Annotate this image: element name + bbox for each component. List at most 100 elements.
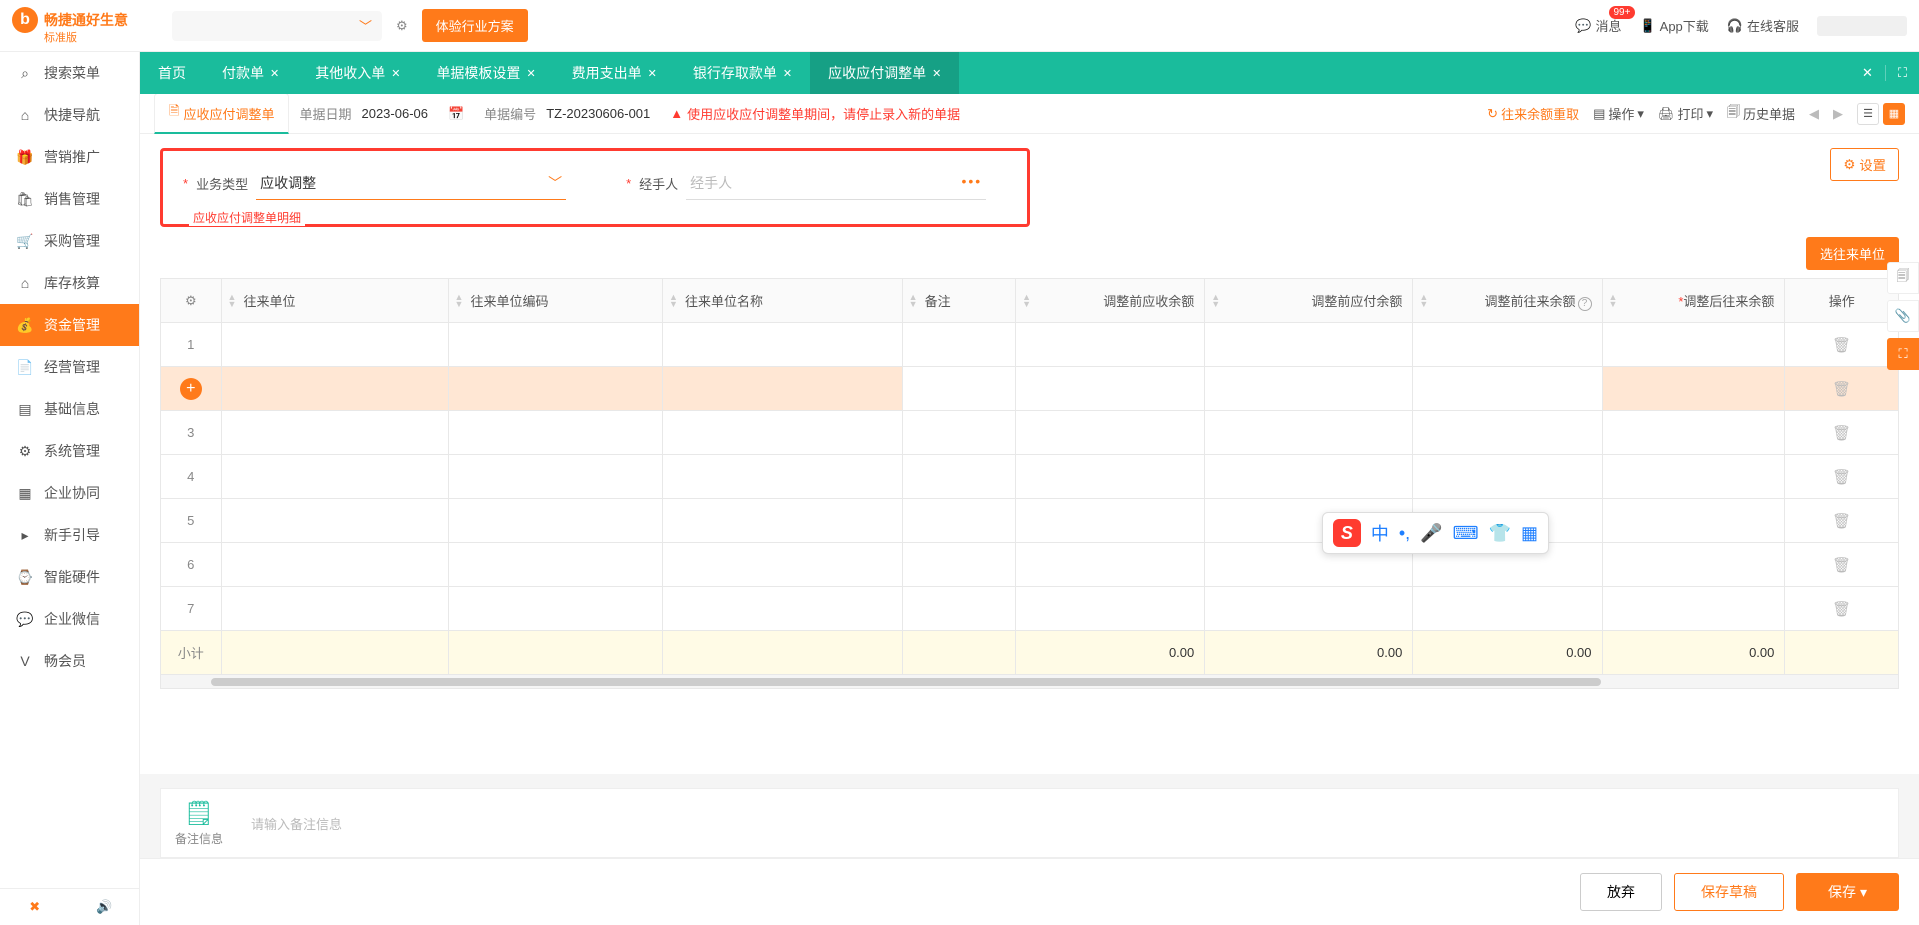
more-icon[interactable]: ••• xyxy=(961,173,982,193)
sidebar-sound-button[interactable]: 🔊 xyxy=(70,889,140,925)
online-service-button[interactable]: 🎧在线客服 xyxy=(1727,16,1799,35)
ime-mic-icon[interactable]: 🎤 xyxy=(1420,523,1442,544)
ime-skin-icon[interactable]: 👕 xyxy=(1489,523,1511,544)
ime-toolbar[interactable]: S 中 •, 🎤 ⌨ 👕 ▦ xyxy=(1322,512,1549,554)
remark-input[interactable]: 请输入备注信息 xyxy=(237,814,1898,833)
delete-icon[interactable]: 🗑 xyxy=(1832,513,1851,530)
view-card-button[interactable]: ▦ xyxy=(1883,103,1905,125)
sidebar-label: 畅会员 xyxy=(44,651,86,671)
sidebar-item[interactable]: ▤基础信息 xyxy=(0,388,139,430)
tab[interactable]: 银行存取款单✕ xyxy=(675,52,810,94)
sidebar-item[interactable]: ▸新手引导 xyxy=(0,514,139,556)
sidebar-item[interactable]: V畅会员 xyxy=(0,640,139,682)
sidebar-item[interactable]: ⌂库存核算 xyxy=(0,262,139,304)
abandon-button[interactable]: 放弃 xyxy=(1580,873,1662,911)
try-industry-button[interactable]: 体验行业方案 xyxy=(422,9,528,42)
tab[interactable]: 单据模板设置✕ xyxy=(418,52,553,94)
list-icon: ▤ xyxy=(1593,106,1605,122)
col-remark[interactable]: ▲▼备注 xyxy=(902,279,1016,323)
company-selector[interactable]: ﹀ xyxy=(172,11,382,41)
tab-close-icon[interactable]: ✕ xyxy=(391,67,400,80)
gear-icon[interactable]: ⚙ xyxy=(396,18,408,34)
tab-close-icon[interactable]: ✕ xyxy=(932,67,941,80)
operations-dropdown[interactable]: ▤操作 ▾ xyxy=(1593,104,1644,123)
tab[interactable]: 费用支出单✕ xyxy=(554,52,675,94)
sidebar-item[interactable]: ⌕搜索菜单 xyxy=(0,52,139,94)
tab[interactable]: 应收应付调整单✕ xyxy=(810,52,959,94)
table-row[interactable]: 5🗑 xyxy=(161,499,1899,543)
col-unit-code[interactable]: ▲▼往来单位编码 xyxy=(448,279,662,323)
col-unit[interactable]: ▲▼往来单位 xyxy=(221,279,448,323)
col-gear[interactable]: ⚙ xyxy=(161,279,222,323)
app-download-button[interactable]: 📱App下载 xyxy=(1639,16,1708,35)
remark-title: 备注信息 xyxy=(161,830,237,847)
table-row[interactable]: 7🗑 xyxy=(161,587,1899,631)
rail-note-button[interactable]: 🗐 xyxy=(1887,262,1919,294)
add-row-button[interactable]: + xyxy=(180,378,202,400)
reget-balance-button[interactable]: ↻往来余额重取 xyxy=(1487,104,1579,123)
save-button[interactable]: 保存▾ xyxy=(1796,873,1899,911)
delete-icon[interactable]: 🗑 xyxy=(1832,337,1851,354)
col-pre-recv[interactable]: ▲▼调整前应收余额 xyxy=(1016,279,1205,323)
select-unit-button[interactable]: 选往来单位 xyxy=(1806,237,1899,270)
sidebar-collapse-button[interactable]: ✖ xyxy=(0,889,70,925)
table-row[interactable]: +🗑 xyxy=(161,367,1899,411)
print-dropdown[interactable]: 🖨打印 ▾ xyxy=(1658,104,1713,123)
user-area[interactable] xyxy=(1817,16,1907,36)
handler-input[interactable]: 经手人 ••• xyxy=(686,167,986,200)
col-pre-bal[interactable]: ▲▼调整前往来余额? xyxy=(1413,279,1602,323)
tab[interactable]: 首页 xyxy=(140,52,204,94)
rail-expand-button[interactable]: ⛶ xyxy=(1887,338,1919,370)
table-row[interactable]: 3🗑 xyxy=(161,411,1899,455)
col-pre-pay[interactable]: ▲▼调整前应付余额 xyxy=(1205,279,1413,323)
biz-type-select[interactable]: 应收调整 ﹀ xyxy=(256,167,566,200)
sidebar-item[interactable]: 🎁营销推广 xyxy=(0,136,139,178)
table-row[interactable]: 6🗑 xyxy=(161,543,1899,587)
prev-button[interactable]: ◀ xyxy=(1809,106,1819,122)
sidebar-item[interactable]: ⌂快捷导航 xyxy=(0,94,139,136)
delete-icon[interactable]: 🗑 xyxy=(1832,425,1851,442)
delete-icon[interactable]: 🗑 xyxy=(1832,381,1851,398)
sidebar-icon: 🛍 xyxy=(16,191,34,208)
tab[interactable]: 其他收入单✕ xyxy=(297,52,418,94)
sidebar-item[interactable]: 💬企业微信 xyxy=(0,598,139,640)
messages-button[interactable]: 💬 消息 99+ xyxy=(1575,16,1621,35)
help-icon[interactable]: ? xyxy=(1578,297,1592,311)
delete-icon[interactable]: 🗑 xyxy=(1832,469,1851,486)
date-value[interactable]: 2023-06-06 xyxy=(361,106,428,121)
next-button[interactable]: ▶ xyxy=(1833,106,1843,122)
sidebar-item[interactable]: ⚙系统管理 xyxy=(0,430,139,472)
delete-icon[interactable]: 🗑 xyxy=(1832,601,1851,618)
sidebar-item[interactable]: ▦企业协同 xyxy=(0,472,139,514)
settings-button[interactable]: ⚙设置 xyxy=(1830,148,1899,181)
calendar-icon[interactable]: 📅 xyxy=(448,106,464,122)
history-button[interactable]: 🗐历史单据 xyxy=(1727,103,1795,125)
tab-close-button[interactable]: ✕ xyxy=(1850,65,1885,81)
ime-keyboard-icon[interactable]: ⌨ xyxy=(1453,523,1479,544)
horizontal-scrollbar[interactable] xyxy=(160,675,1899,689)
ime-lang[interactable]: 中 xyxy=(1371,520,1389,546)
tab-close-icon[interactable]: ✕ xyxy=(526,67,535,80)
ime-toolbox-icon[interactable]: ▦ xyxy=(1521,523,1538,544)
col-unit-name[interactable]: ▲▼往来单位名称 xyxy=(662,279,902,323)
document-tab[interactable]: 🗎 应收应付调整单 xyxy=(154,93,289,134)
tab-close-icon[interactable]: ✕ xyxy=(270,67,279,80)
sidebar-item[interactable]: ⌚智能硬件 xyxy=(0,556,139,598)
ime-punct-icon[interactable]: •, xyxy=(1399,523,1410,544)
view-list-button[interactable]: ☰ xyxy=(1857,103,1879,125)
sidebar-item[interactable]: 💰资金管理 xyxy=(0,304,139,346)
save-draft-button[interactable]: 保存草稿 xyxy=(1674,873,1784,911)
tab-close-icon[interactable]: ✕ xyxy=(648,67,657,80)
col-post-bal[interactable]: ▲▼*调整后往来余额 xyxy=(1602,279,1785,323)
delete-icon[interactable]: 🗑 xyxy=(1832,557,1851,574)
tab[interactable]: 付款单✕ xyxy=(204,52,297,94)
table-row[interactable]: 1🗑 xyxy=(161,323,1899,367)
table-row[interactable]: 4🗑 xyxy=(161,455,1899,499)
sidebar-item[interactable]: 📄经营管理 xyxy=(0,346,139,388)
rail-attach-button[interactable]: 📎 xyxy=(1887,300,1919,332)
tab-close-icon[interactable]: ✕ xyxy=(783,67,792,80)
sidebar-item[interactable]: 🛍销售管理 xyxy=(0,178,139,220)
sidebar-item[interactable]: 🛒采购管理 xyxy=(0,220,139,262)
sidebar-icon: ▸ xyxy=(16,527,34,544)
tab-expand-button[interactable]: ⛶ xyxy=(1885,65,1919,81)
